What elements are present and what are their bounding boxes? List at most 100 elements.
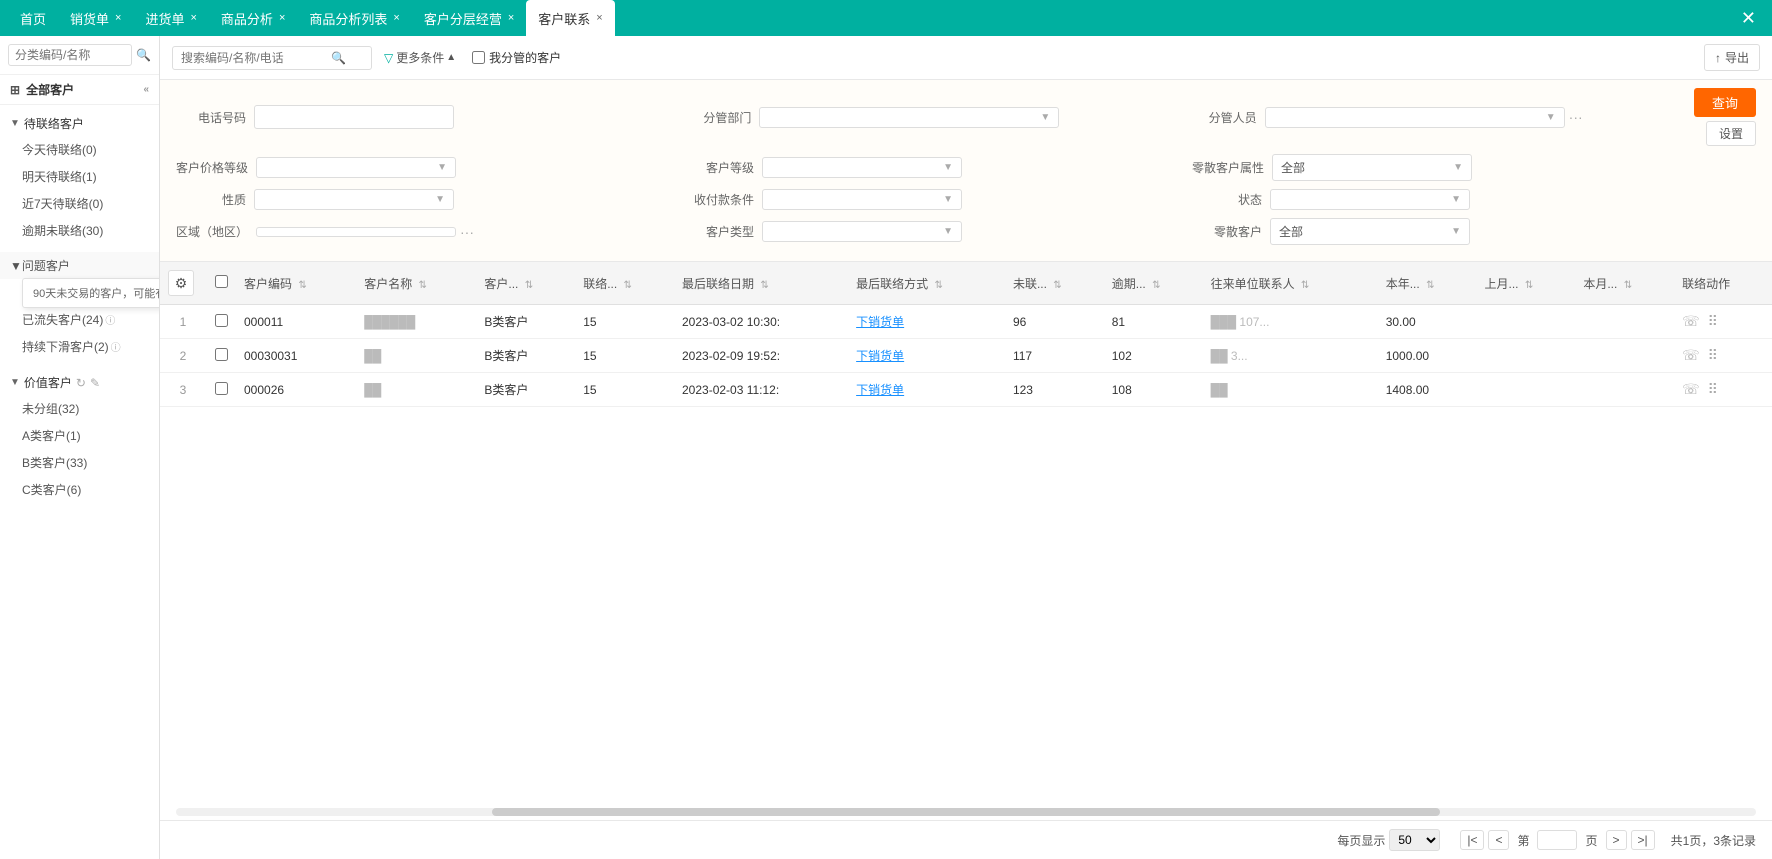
grid-icon: ⊞ [10, 83, 20, 97]
sidebar-item-class-b[interactable]: B类客户(33) [0, 449, 159, 476]
tab-close-product-analysis-list[interactable]: × [393, 12, 399, 24]
sidebar-item-churned[interactable]: 已流失客户(24) ⓘ [0, 306, 159, 333]
th-type[interactable]: 客户... ⇅ [476, 262, 575, 305]
sidebar-search-input[interactable] [8, 44, 132, 66]
per-page-select[interactable]: 50 20 100 [1389, 829, 1440, 851]
tab-sales-order[interactable]: 销货单 × [58, 0, 133, 36]
cell-last-method-2[interactable]: 下销货单 [848, 339, 1005, 373]
retail-attr-select[interactable]: 全部 ▼ [1272, 154, 1472, 181]
select-all-checkbox[interactable] [215, 275, 228, 288]
group-header-value[interactable]: ▼ 价值客户 ↻ ✎ [0, 368, 159, 395]
person-more-icon[interactable]: ··· [1569, 109, 1583, 125]
th-last-date[interactable]: 最后联络日期 ⇅ [674, 262, 848, 305]
group-header-problem[interactable]: ▼ 问题客户 [0, 252, 159, 279]
sidebar-item-today-contact[interactable]: 今天待联络(0) [0, 136, 159, 163]
cell-last-method-3[interactable]: 下销货单 [848, 373, 1005, 407]
tab-close-sales-order[interactable]: × [115, 12, 121, 24]
th-not-contacted[interactable]: 未联... ⇅ [1005, 262, 1104, 305]
collapse-icon[interactable]: « [143, 84, 149, 95]
refresh-icon[interactable]: ↻ [76, 376, 86, 390]
th-last-month[interactable]: 上月... ⇅ [1477, 262, 1576, 305]
edit-icon[interactable]: ✎ [90, 376, 100, 390]
sort-last-month-icon: ⇅ [1525, 280, 1533, 291]
dept-select[interactable]: ▼ [759, 107, 1059, 128]
phone-input[interactable] [254, 105, 454, 129]
filter-search-icon[interactable]: 🔍 [331, 51, 346, 65]
th-contact[interactable]: 联络... ⇅ [575, 262, 674, 305]
th-overdue[interactable]: 逾期... ⇅ [1104, 262, 1203, 305]
th-this-month[interactable]: 本月... ⇅ [1575, 262, 1674, 305]
filter-settings-button[interactable]: 设置 [1706, 121, 1756, 146]
customer-type-select[interactable]: ▼ [762, 221, 962, 242]
sidebar-item-unclassified[interactable]: 未分组(32) [0, 395, 159, 422]
more-conditions-button[interactable]: ▽ 更多条件 ▲ [384, 49, 456, 66]
tab-close-purchase-order[interactable]: × [190, 12, 196, 24]
tab-home[interactable]: 首页 [8, 0, 58, 36]
tab-customer-tier[interactable]: 客户分层经营 × [412, 0, 526, 36]
customer-grade-select[interactable]: ▼ [762, 157, 962, 178]
group-header-pending-contact[interactable]: ▼ 待联络客户 [0, 109, 159, 136]
field-retail-customer: 零散客户 全部 ▼ [1192, 218, 1676, 245]
prev-page-button[interactable]: < [1488, 830, 1509, 850]
export-button[interactable]: ↑ 导出 [1704, 44, 1760, 71]
horizontal-scrollbar[interactable] [176, 808, 1756, 816]
tab-customer-contact[interactable]: 客户联系 × [526, 0, 614, 36]
tab-close-customer-contact[interactable]: × [596, 12, 602, 24]
expand-arrow-pending: ▼ [10, 118, 20, 129]
tab-purchase-order[interactable]: 进货单 × [133, 0, 208, 36]
page-number-input[interactable]: 1 [1537, 830, 1577, 850]
th-code[interactable]: 客户编码 ⇅ [236, 262, 356, 305]
th-name[interactable]: 客户名称 ⇅ [356, 262, 476, 305]
row-check-2[interactable] [215, 348, 228, 361]
tab-close-customer-tier[interactable]: × [508, 12, 514, 24]
th-contact-person[interactable]: 往来单位联系人 ⇅ [1203, 262, 1378, 305]
field-region: 区域（地区） ··· [176, 223, 660, 240]
person-select[interactable]: ▼ [1265, 107, 1565, 128]
cell-last-method-1[interactable]: 下销货单 [848, 305, 1005, 339]
action-chat-icon-3[interactable]: ☏ [1682, 381, 1700, 398]
next-page-button[interactable]: > [1606, 830, 1627, 850]
nature-select[interactable]: ▼ [254, 189, 454, 210]
sidebar-item-overdue-contact[interactable]: 逾期未联络(30) [0, 217, 159, 244]
table-row: 2 00030031 ██ B类客户 15 2023-02-09 19:52: … [160, 339, 1772, 373]
sidebar-item-class-c[interactable]: C类客户(6) [0, 476, 159, 503]
sidebar-item-tomorrow-contact[interactable]: 明天待联络(1) [0, 163, 159, 190]
my-customers-checkbox[interactable]: 我分管的客户 [472, 49, 561, 66]
filter-bar: 🔍 ▽ 更多条件 ▲ 我分管的客户 ↑ 导出 [160, 36, 1772, 80]
scrollbar-thumb[interactable] [492, 808, 1440, 816]
status-select[interactable]: ▼ [1270, 189, 1470, 210]
sidebar-item-declining[interactable]: 持续下滑客户(2) ⓘ [0, 333, 159, 360]
sidebar-search-icon[interactable]: 🔍 [136, 48, 151, 62]
query-button[interactable]: 查询 [1694, 88, 1756, 117]
filter-search-input[interactable] [181, 51, 331, 65]
sidebar-item-7days-contact[interactable]: 近7天待联络(0) [0, 190, 159, 217]
table-settings-gear[interactable]: ⚙ [168, 270, 194, 296]
region-more-icon[interactable]: ··· [460, 224, 474, 240]
retail-customer-select[interactable]: 全部 ▼ [1270, 218, 1470, 245]
action-chat-icon-2[interactable]: ☏ [1682, 347, 1700, 364]
action-more-icon-1[interactable]: ⠿ [1708, 313, 1718, 330]
row-check-3[interactable] [215, 382, 228, 395]
action-chat-icon-1[interactable]: ☏ [1682, 313, 1700, 330]
last-page-button[interactable]: >| [1631, 830, 1655, 850]
sidebar-item-class-a[interactable]: A类客户(1) [0, 422, 159, 449]
window-close-button[interactable]: ✕ [1733, 8, 1764, 29]
action-more-icon-3[interactable]: ⠿ [1708, 381, 1718, 398]
my-customers-check[interactable] [472, 51, 485, 64]
tab-product-analysis[interactable]: 商品分析 × [209, 0, 297, 36]
th-last-method[interactable]: 最后联络方式 ⇅ [848, 262, 1005, 305]
tooltip-problem-customers: 90天未交易的客户，可能有流失风险。 [22, 278, 160, 308]
payment-select[interactable]: ▼ [762, 189, 962, 210]
per-page-selector: 每页显示 50 20 100 [1337, 829, 1444, 851]
field-phone: 电话号码 [176, 105, 657, 129]
tab-product-analysis-list[interactable]: 商品分析列表 × [297, 0, 411, 36]
action-more-icon-2[interactable]: ⠿ [1708, 347, 1718, 364]
price-tier-select[interactable]: ▼ [256, 157, 456, 178]
table-header-row: ⚙ 客户编码 ⇅ 客户名称 ⇅ [160, 262, 1772, 305]
region-select[interactable] [256, 227, 456, 237]
tab-close-product-analysis[interactable]: × [279, 12, 285, 24]
row-check-1[interactable] [215, 314, 228, 327]
th-this-year[interactable]: 本年... ⇅ [1378, 262, 1477, 305]
first-page-button[interactable]: |< [1460, 830, 1484, 850]
all-customers-item[interactable]: ⊞ 全部客户 « [0, 75, 159, 105]
